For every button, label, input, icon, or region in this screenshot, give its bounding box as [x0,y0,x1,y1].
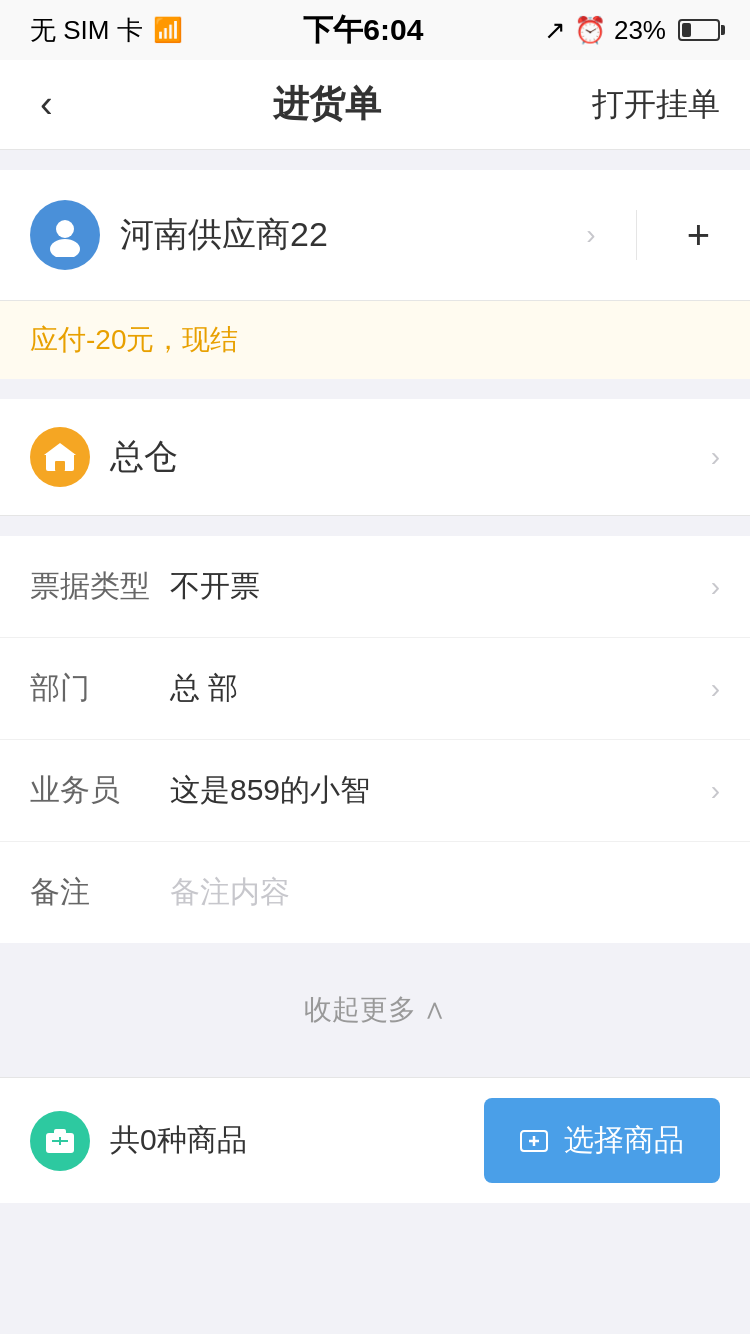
warehouse-icon [30,427,90,487]
form-row-invoice-type[interactable]: 票据类型 不开票 › [0,536,750,638]
supplier-name[interactable]: 河南供应商22 [120,212,566,258]
product-icon [30,1111,90,1171]
remark-label: 备注 [30,872,170,913]
wifi-icon: 📶 [153,16,183,44]
product-count-label: 共0种商品 [110,1120,484,1161]
supplier-avatar-icon [43,213,87,257]
department-value: 总 部 [170,668,711,709]
form-row-salesperson[interactable]: 业务员 这是859的小智 › [0,740,750,842]
warehouse-section[interactable]: 总仓 › [0,399,750,516]
supplier-chevron-icon: › [586,219,595,251]
svg-rect-6 [54,1129,66,1135]
warehouse-name: 总仓 [110,434,691,480]
status-bar: 无 SIM 卡 📶 下午6:04 ↗ ⏰ 23% [0,0,750,60]
svg-rect-4 [55,461,65,471]
invoice-type-value: 不开票 [170,566,711,607]
svg-point-1 [50,239,80,257]
status-bar-time: 下午6:04 [303,10,423,51]
add-supplier-button[interactable]: + [677,213,720,258]
select-product-label: 选择商品 [564,1120,684,1161]
svg-point-0 [56,220,74,238]
supplier-divider [636,210,637,260]
bottom-bar: 共0种商品 选择商品 [0,1077,750,1203]
nav-bar: ‹ 进货单 打开挂单 [0,60,750,150]
collapse-section: 收起更多 ∧ [0,963,750,1057]
page-title: 进货单 [273,80,381,129]
form-row-remark[interactable]: 备注 备注内容 [0,842,750,943]
open-pending-button[interactable]: 打开挂单 [592,83,720,127]
collapse-button[interactable]: 收起更多 ∧ [304,991,447,1029]
department-label: 部门 [30,668,170,709]
salesperson-value: 这是859的小智 [170,770,711,811]
select-product-button[interactable]: 选择商品 [484,1098,720,1183]
warehouse-chevron-icon: › [711,441,720,473]
svg-marker-3 [44,443,76,455]
invoice-type-label: 票据类型 [30,566,170,607]
supplier-avatar [30,200,100,270]
page-bottom [0,1203,750,1334]
warehouse-svg [42,439,78,475]
section-gap-1 [0,150,750,170]
select-product-icon [520,1127,552,1155]
notice-banner: 应付-20元，现结 [0,301,750,379]
battery-label: 23% [614,15,666,46]
status-bar-right: ↗ ⏰ 23% [544,15,720,46]
form-row-department[interactable]: 部门 总 部 › [0,638,750,740]
notice-text: 应付-20元，现结 [30,324,238,355]
salesperson-label: 业务员 [30,770,170,811]
invoice-type-chevron: › [711,571,720,603]
battery-icon [678,19,720,41]
carrier-label: 无 SIM 卡 [30,13,143,48]
remark-input[interactable]: 备注内容 [170,872,720,913]
alarm-icon: ⏰ [574,15,606,46]
form-section: 票据类型 不开票 › 部门 总 部 › 业务员 这是859的小智 › 备注 备注… [0,536,750,943]
product-svg [42,1123,78,1159]
department-chevron: › [711,673,720,705]
back-button[interactable]: ‹ [30,73,63,136]
supplier-section: 河南供应商22 › + [0,170,750,301]
salesperson-chevron: › [711,775,720,807]
status-bar-left: 无 SIM 卡 📶 [30,13,183,48]
location-icon: ↗ [544,15,566,46]
